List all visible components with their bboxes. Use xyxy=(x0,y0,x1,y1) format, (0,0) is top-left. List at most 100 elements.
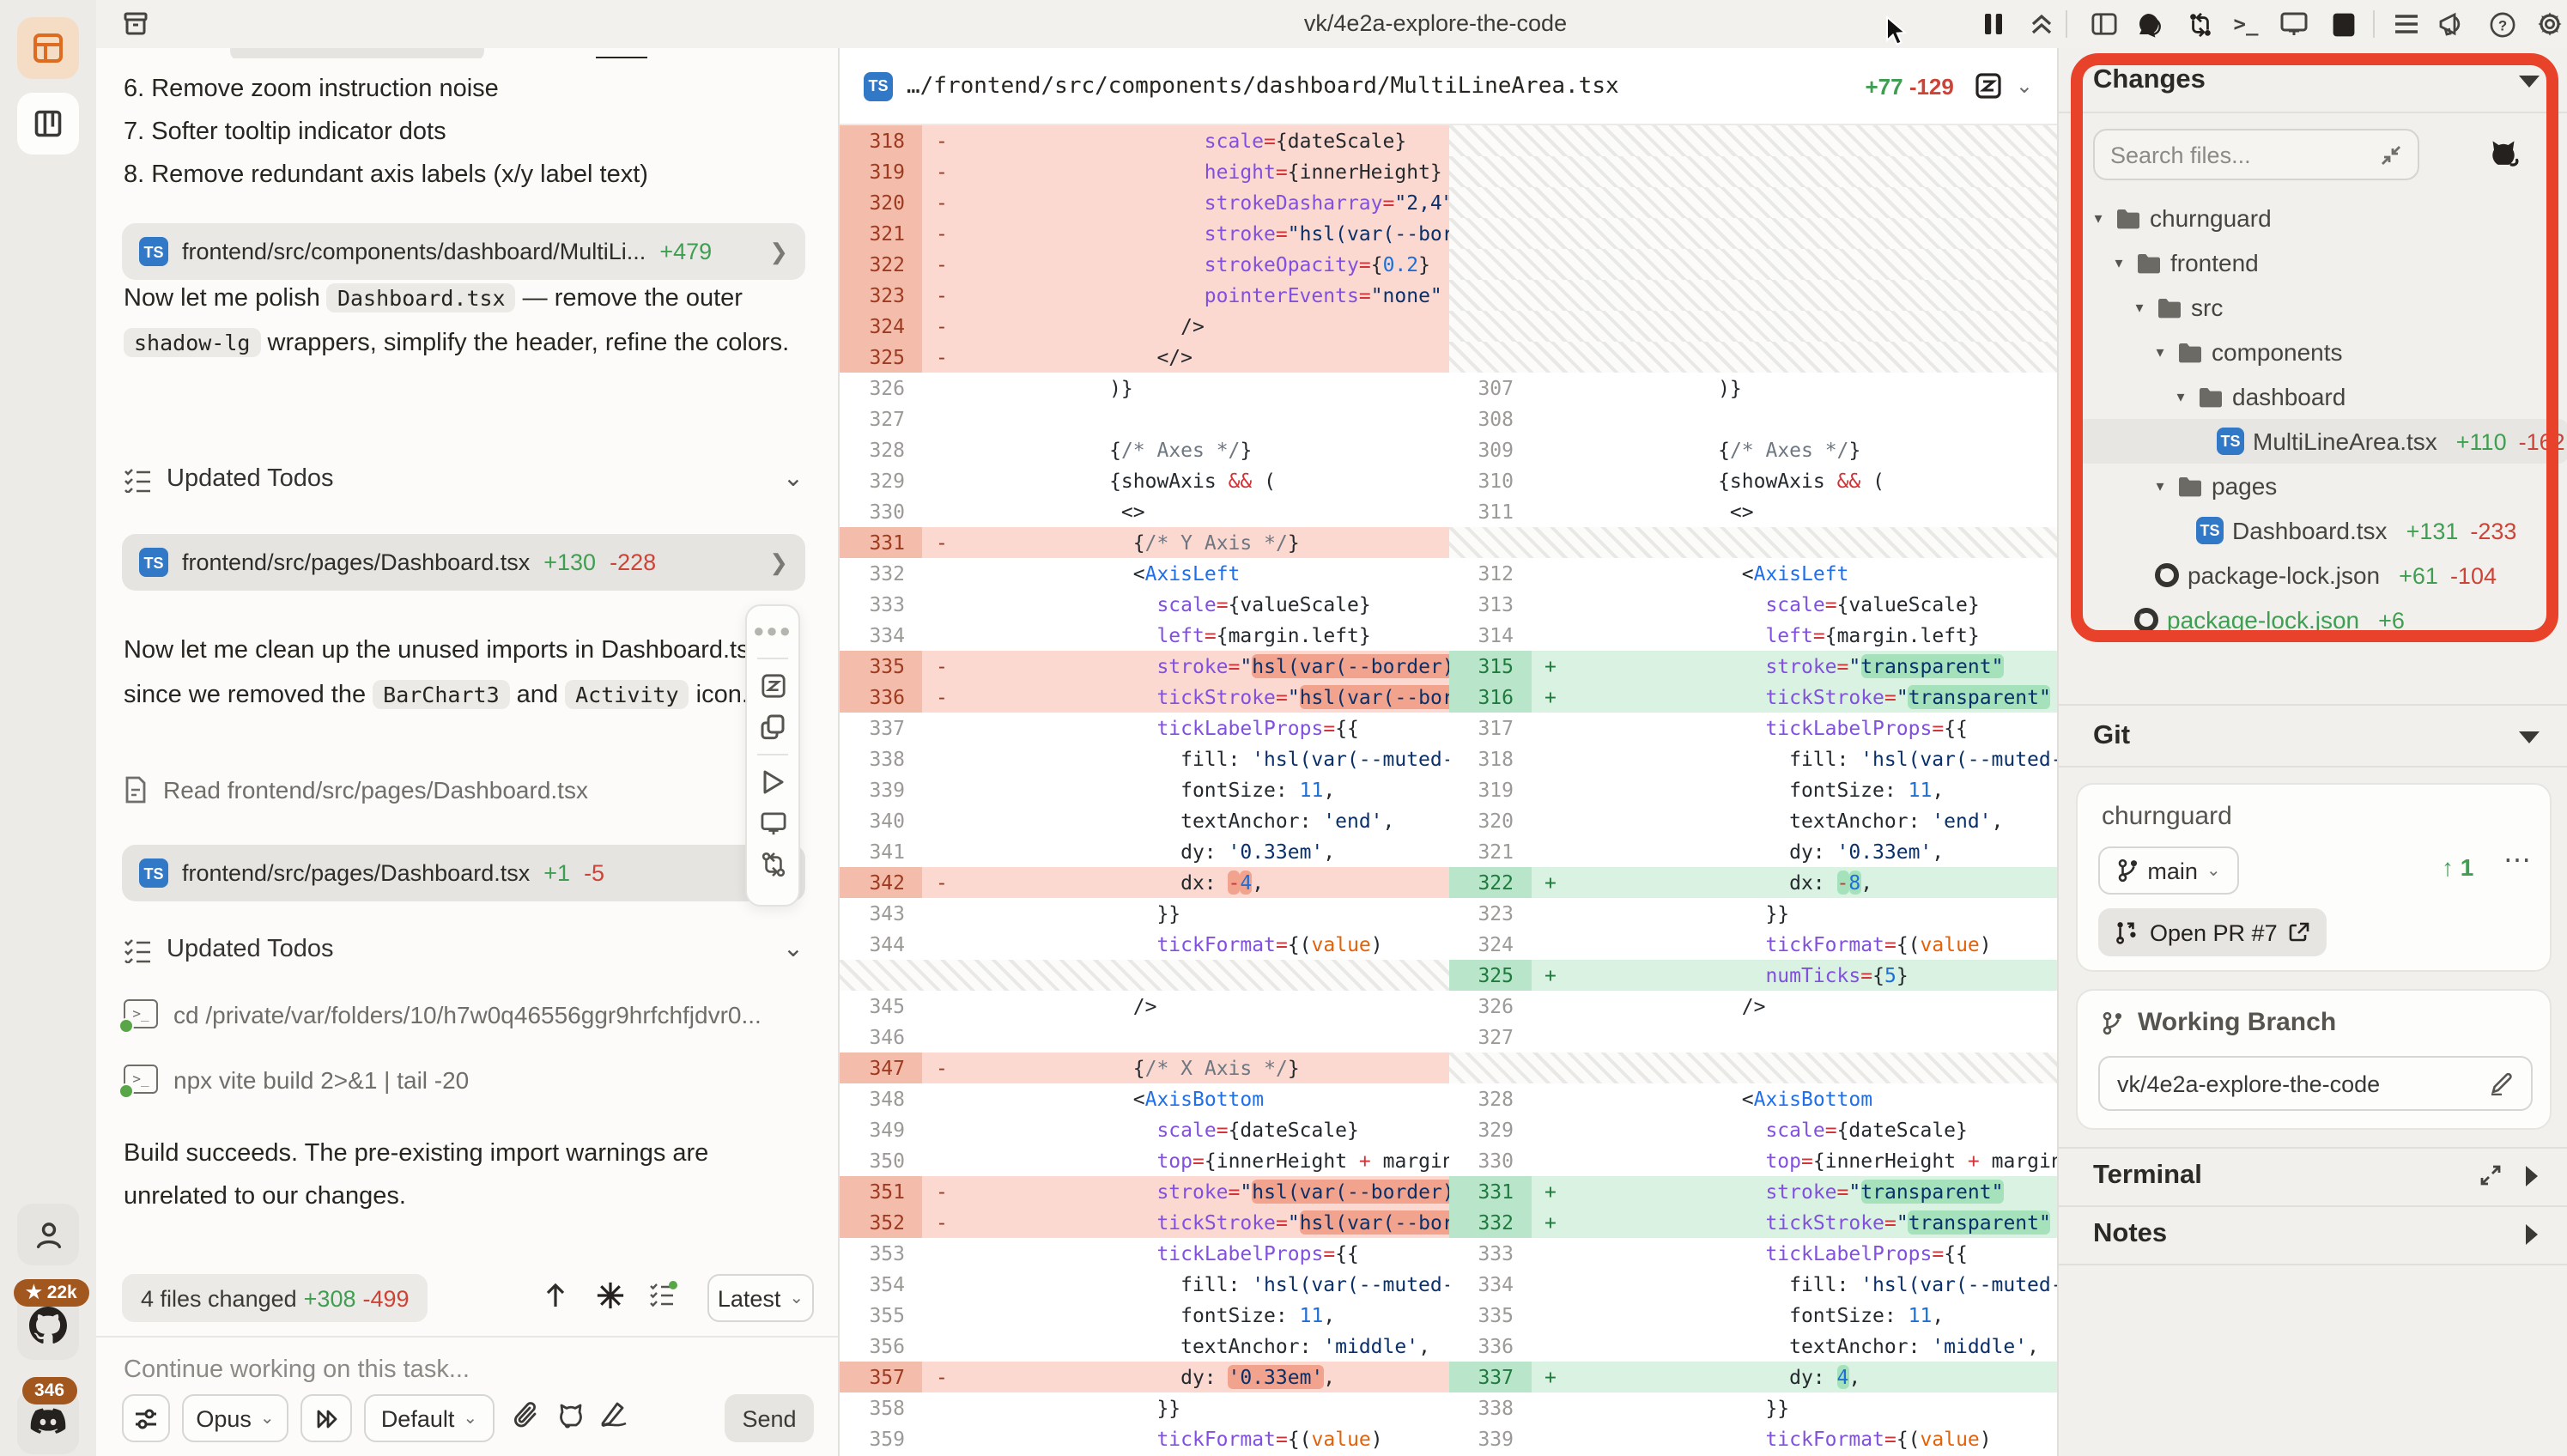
expand-triangle-icon[interactable] xyxy=(2526,1224,2538,1245)
version-dropdown[interactable]: Latest ⌄ xyxy=(707,1274,814,1322)
notes-section-title: Notes xyxy=(2093,1219,2167,1250)
tree-folder-components[interactable]: ▾components xyxy=(2076,330,2567,374)
monitor-icon[interactable] xyxy=(2279,9,2309,39)
diff-file-path: …/frontend/src/components/dashboard/Mult… xyxy=(907,73,1851,99)
diff-line: 356textAnchor: 'middle', xyxy=(840,1331,1448,1362)
chevron-down-icon[interactable]: ⌄ xyxy=(2016,74,2033,98)
tree-caret-icon[interactable]: ▾ xyxy=(2151,476,2169,495)
menu-icon[interactable] xyxy=(2390,9,2421,39)
diff-row: 324-/> xyxy=(840,311,2057,342)
cat-icon[interactable] xyxy=(2485,136,2522,173)
tree-file-package-lock.json[interactable]: package-lock.json+61-104 xyxy=(2076,553,2567,598)
copy-icon[interactable] xyxy=(761,713,785,742)
collapse-icon[interactable] xyxy=(2380,143,2402,166)
settings-sliders-button[interactable] xyxy=(122,1394,170,1442)
signature-pen-icon[interactable] xyxy=(599,1401,628,1427)
tree-folder-churnguard[interactable]: ▾churnguard xyxy=(2076,196,2567,240)
diff-line: 336-tickStroke="hsl(var(--border))" xyxy=(840,682,1448,713)
file-chip-multilinearea[interactable]: TS frontend/src/components/dashboard/Mul… xyxy=(122,223,805,280)
pencil-icon[interactable] xyxy=(2490,1071,2514,1095)
collapse-triangle-icon[interactable] xyxy=(2519,76,2540,88)
terminal-command: npx vite build 2>&1 | tail -20 xyxy=(173,1065,469,1093)
changes-file-tree[interactable]: ▾churnguard▾frontend▾src▾components▾dash… xyxy=(2076,196,2567,642)
file-chip-dashboard-2[interactable]: TS frontend/src/pages/Dashboard.tsx +1 -… xyxy=(122,845,805,901)
panel-left-icon[interactable] xyxy=(2088,9,2119,39)
more-menu-icon[interactable]: ⋯ xyxy=(2503,843,2533,877)
attach-icon[interactable] xyxy=(513,1401,539,1430)
diff-line: 324tickFormat={(value) xyxy=(1448,929,2057,960)
expand-icon[interactable] xyxy=(2479,1164,2502,1186)
drag-handle-icon[interactable]: ●●● xyxy=(753,616,792,646)
working-branch-input[interactable]: vk/4e2a-explore-the-code xyxy=(2098,1056,2533,1111)
ts-file-icon: TS xyxy=(139,548,168,577)
diff-line: 328<AxisBottom xyxy=(1448,1083,2057,1114)
folder-icon xyxy=(2136,252,2162,274)
search-files-box[interactable]: Search files... xyxy=(2093,129,2419,180)
mode-dropdown[interactable]: Default ⌄ xyxy=(364,1394,495,1442)
terminal-command-row[interactable]: >_ cd /private/var/folders/10/h7w0q46556… xyxy=(124,999,804,1028)
tree-caret-icon[interactable]: ▾ xyxy=(2131,298,2148,317)
files-changed-pill[interactable]: 4 files changed +308 -499 xyxy=(122,1274,428,1322)
megaphone-icon[interactable] xyxy=(2437,9,2467,39)
ahead-count: ↑ 1 xyxy=(2442,853,2473,881)
terminal-command-row[interactable]: >_ npx vite build 2>&1 | tail -20 xyxy=(124,1065,804,1094)
send-button[interactable]: Send xyxy=(725,1394,814,1442)
monitor-icon[interactable] xyxy=(760,809,786,838)
collapse-triangle-icon[interactable] xyxy=(2519,731,2540,743)
cat-icon[interactable] xyxy=(556,1401,586,1429)
github-stars-badge: ★ 22k xyxy=(14,1279,89,1307)
help-icon[interactable]: ? xyxy=(2486,9,2517,39)
diff-rows[interactable]: 318-scale={dateScale}319-height={innerHe… xyxy=(840,125,2057,1454)
workspace-kanban-button[interactable] xyxy=(17,93,79,155)
tree-file-MultiLineArea.tsx[interactable]: TSMultiLineArea.tsx+110-162 xyxy=(2076,419,2567,464)
tree-caret-icon[interactable]: ▾ xyxy=(2151,343,2169,361)
scroll-up-icon[interactable] xyxy=(543,1281,568,1310)
diff-row: 319-height={innerHeight} xyxy=(840,156,2057,187)
pause-icon[interactable] xyxy=(1978,9,2009,39)
todos-status-icon[interactable] xyxy=(649,1281,678,1308)
open-pr-button[interactable]: Open PR #7 xyxy=(2098,908,2327,956)
read-file-row[interactable]: Read frontend/src/pages/Dashboard.tsx xyxy=(124,776,804,804)
git-compare-icon[interactable] xyxy=(2184,9,2215,39)
message-input[interactable]: Continue working on this task... xyxy=(124,1356,470,1384)
terminal-section-title: Terminal xyxy=(2093,1161,2202,1192)
gear-icon[interactable] xyxy=(2534,9,2565,39)
updated-todos-row[interactable]: Updated Todos ⌄ xyxy=(124,465,804,493)
expand-triangle-icon[interactable] xyxy=(2526,1166,2538,1186)
collapse-up-icon[interactable] xyxy=(2026,9,2057,39)
diff-view-icon[interactable] xyxy=(760,671,786,701)
tree-folder-src[interactable]: ▾src xyxy=(2076,285,2567,330)
chat-bubble-icon[interactable] xyxy=(2133,9,2163,39)
tree-folder-dashboard[interactable]: ▾dashboard xyxy=(2076,374,2567,419)
diff-line: 335-stroke="hsl(var(--border))" xyxy=(840,651,1448,682)
terminal-section-header[interactable]: Terminal xyxy=(2059,1147,2567,1205)
fast-forward-button[interactable] xyxy=(300,1394,352,1442)
diff-line: 339fontSize: 11, xyxy=(840,774,1448,805)
burst-icon[interactable] xyxy=(596,1281,625,1310)
git-compare-icon[interactable] xyxy=(760,850,786,879)
diff-row: 323-pointerEvents="none" xyxy=(840,280,2057,311)
model-dropdown[interactable]: Opus ⌄ xyxy=(182,1394,288,1442)
archive-icon[interactable] xyxy=(120,9,151,39)
play-icon[interactable] xyxy=(762,767,784,797)
panel-right-icon[interactable] xyxy=(2328,9,2359,39)
notes-section-header[interactable]: Notes xyxy=(2059,1205,2567,1264)
tree-caret-icon[interactable]: ▾ xyxy=(2110,253,2127,272)
working-branch-card: Working Branch vk/4e2a-explore-the-code xyxy=(2076,989,2552,1130)
tree-file-Dashboard.tsx[interactable]: TSDashboard.tsx+131-233 xyxy=(2076,508,2567,553)
tree-folder-frontend[interactable]: ▾frontend xyxy=(2076,240,2567,285)
updated-todos-row[interactable]: Updated Todos ⌄ xyxy=(124,936,804,963)
workspace-layout-button[interactable] xyxy=(17,17,79,79)
file-chip-dashboard[interactable]: TS frontend/src/pages/Dashboard.tsx +130… xyxy=(122,534,805,591)
diff-filler-cell xyxy=(1448,527,2057,558)
tree-caret-icon[interactable]: ▾ xyxy=(2172,387,2189,406)
branch-dropdown[interactable]: main ⌄ xyxy=(2098,846,2239,895)
tree-file-package-lock.json[interactable]: package-lock.json+6 xyxy=(2076,598,2567,642)
account-button[interactable] xyxy=(17,1204,79,1265)
diff-mode-icon[interactable] xyxy=(1975,72,2002,100)
tree-folder-pages[interactable]: ▾pages xyxy=(2076,464,2567,508)
diff-line: 350top={innerHeight + margin.top} xyxy=(840,1145,1448,1176)
diff-row: 356textAnchor: 'middle',336textAnchor: '… xyxy=(840,1331,2057,1362)
tree-caret-icon[interactable]: ▾ xyxy=(2090,209,2107,228)
terminal-icon[interactable]: >_ xyxy=(2230,9,2261,39)
